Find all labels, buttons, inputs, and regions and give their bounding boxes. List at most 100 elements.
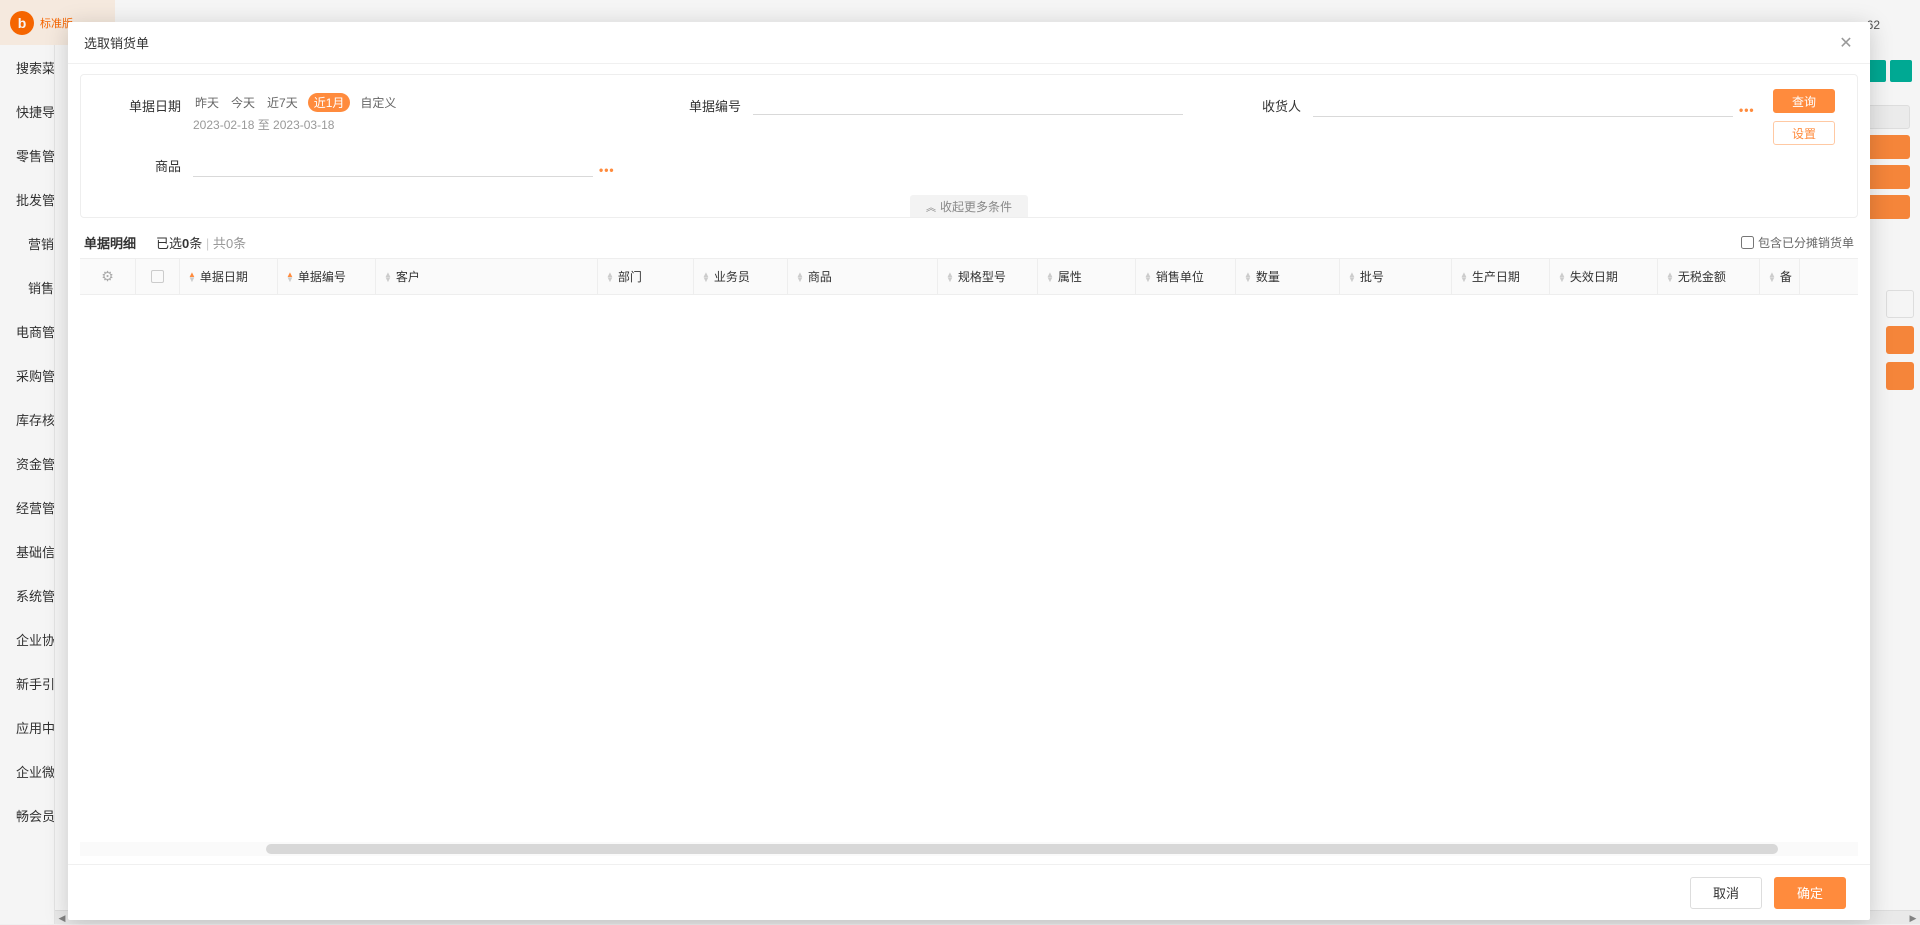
settings-button[interactable]: 设置 bbox=[1773, 121, 1835, 145]
column-header-1[interactable]: ▲▼ 单据编号 bbox=[278, 259, 376, 294]
sort-icon[interactable]: ▲▼ bbox=[1558, 272, 1566, 282]
summary-bar: 单据明细 已选0条 | 共0条 包含已分摊销货单 bbox=[80, 226, 1858, 258]
confirm-button[interactable]: 确定 bbox=[1774, 877, 1846, 909]
column-header-label: 生产日期 bbox=[1472, 268, 1520, 285]
receiver-more-icon[interactable]: ••• bbox=[1739, 103, 1755, 117]
table-scroll[interactable]: ⚙ ▲▼ 单据日期 ▲▼ 单据编号 ▲▼ 客户 ▲▼ 部门 ▲▼ 业务员 ▲▼ 商品 ▲▼ 规格型号 ▲▼ 属… bbox=[80, 259, 1858, 842]
column-header-label: 失效日期 bbox=[1570, 268, 1618, 285]
filter-panel: 单据日期 昨天 今天 近7天 近1月 自定义 2023-02-18 至 2023… bbox=[80, 74, 1858, 218]
column-header-11[interactable]: ▲▼ 生产日期 bbox=[1452, 259, 1550, 294]
selected-count-text: 已选0条 | 共0条 bbox=[156, 233, 246, 252]
column-header-label: 无税金额 bbox=[1678, 268, 1726, 285]
sort-icon[interactable]: ▲▼ bbox=[1460, 272, 1468, 282]
date-quick-last7[interactable]: 近7天 bbox=[265, 93, 300, 112]
filter-receiver: 收货人 ••• bbox=[1223, 93, 1835, 117]
product-more-icon[interactable]: ••• bbox=[599, 163, 615, 177]
column-header-label: 单据编号 bbox=[298, 268, 346, 285]
column-header-9[interactable]: ▲▼ 数量 bbox=[1236, 259, 1340, 294]
date-quick-custom[interactable]: 自定义 bbox=[358, 93, 398, 112]
modal-footer: 取消 确定 bbox=[68, 864, 1870, 920]
include-distributed-input[interactable] bbox=[1741, 236, 1754, 249]
collapse-filter-button[interactable]: ︽ 收起更多条件 bbox=[910, 195, 1028, 217]
close-button[interactable]: ✕ bbox=[1834, 31, 1858, 55]
column-header-label: 数量 bbox=[1256, 268, 1280, 285]
column-header-label: 规格型号 bbox=[958, 268, 1006, 285]
sort-icon[interactable]: ▲▼ bbox=[286, 272, 294, 282]
column-header-2[interactable]: ▲▼ 客户 bbox=[376, 259, 598, 294]
column-header-label: 客户 bbox=[396, 268, 420, 285]
date-range-display: 2023-02-18 至 2023-03-18 bbox=[193, 116, 663, 133]
column-header-6[interactable]: ▲▼ 规格型号 bbox=[938, 259, 1038, 294]
column-header-0[interactable]: ▲▼ 单据日期 bbox=[180, 259, 278, 294]
filter-product: 商品 ••• bbox=[103, 153, 663, 177]
table-body-empty bbox=[80, 295, 1858, 795]
column-settings-header[interactable]: ⚙ bbox=[80, 259, 136, 294]
column-header-label: 业务员 bbox=[714, 268, 750, 285]
select-all-header[interactable] bbox=[136, 259, 180, 294]
filter-row-1: 单据日期 昨天 今天 近7天 近1月 自定义 2023-02-18 至 2023… bbox=[103, 93, 1835, 133]
filter-bill-date: 单据日期 昨天 今天 近7天 近1月 自定义 2023-02-18 至 2023… bbox=[103, 93, 663, 133]
column-header-3[interactable]: ▲▼ 部门 bbox=[598, 259, 694, 294]
chevron-up-icon: ︽ bbox=[926, 199, 936, 214]
date-quick-last1m[interactable]: 近1月 bbox=[308, 93, 351, 112]
date-quick-today[interactable]: 今天 bbox=[229, 93, 257, 112]
column-header-14[interactable]: ▲▼ 备 bbox=[1760, 259, 1800, 294]
sort-icon[interactable]: ▲▼ bbox=[702, 272, 710, 282]
column-header-4[interactable]: ▲▼ 业务员 bbox=[694, 259, 788, 294]
column-header-8[interactable]: ▲▼ 销售单位 bbox=[1136, 259, 1236, 294]
product-input[interactable] bbox=[193, 155, 593, 177]
filter-bill-no: 单据编号 bbox=[663, 93, 1223, 117]
sort-icon[interactable]: ▲▼ bbox=[188, 272, 196, 282]
modal-header: 选取销货单 ✕ bbox=[68, 22, 1870, 64]
sort-icon[interactable]: ▲▼ bbox=[606, 272, 614, 282]
collapse-filter-label: 收起更多条件 bbox=[940, 198, 1012, 215]
gear-icon: ⚙ bbox=[101, 268, 114, 285]
bill-no-input[interactable] bbox=[753, 93, 1183, 115]
summary-title: 单据明细 bbox=[84, 233, 136, 252]
receiver-label: 收货人 bbox=[1223, 93, 1313, 115]
bill-no-label: 单据编号 bbox=[663, 93, 753, 115]
table-header-row: ⚙ ▲▼ 单据日期 ▲▼ 单据编号 ▲▼ 客户 ▲▼ 部门 ▲▼ 业务员 ▲▼ 商品 ▲▼ 规格型号 ▲▼ 属… bbox=[80, 259, 1858, 295]
filter-action-buttons: 查询 设置 bbox=[1773, 89, 1835, 145]
column-header-label: 单据日期 bbox=[200, 268, 248, 285]
table-container: ⚙ ▲▼ 单据日期 ▲▼ 单据编号 ▲▼ 客户 ▲▼ 部门 ▲▼ 业务员 ▲▼ 商品 ▲▼ 规格型号 ▲▼ 属… bbox=[80, 258, 1858, 856]
column-header-10[interactable]: ▲▼ 批号 bbox=[1340, 259, 1452, 294]
column-header-label: 销售单位 bbox=[1156, 268, 1204, 285]
select-sales-order-modal: 选取销货单 ✕ 单据日期 昨天 今天 近7天 bbox=[68, 22, 1870, 920]
column-header-7[interactable]: ▲▼ 属性 bbox=[1038, 259, 1136, 294]
table-horizontal-scrollbar[interactable] bbox=[80, 842, 1858, 856]
search-button[interactable]: 查询 bbox=[1773, 89, 1835, 113]
modal-body: 单据日期 昨天 今天 近7天 近1月 自定义 2023-02-18 至 2023… bbox=[68, 64, 1870, 864]
column-header-label: 商品 bbox=[808, 268, 832, 285]
receiver-input[interactable] bbox=[1313, 95, 1733, 117]
sort-icon[interactable]: ▲▼ bbox=[1144, 272, 1152, 282]
close-icon: ✕ bbox=[1839, 33, 1852, 53]
include-distributed-label: 包含已分摊销货单 bbox=[1758, 234, 1854, 251]
sort-icon[interactable]: ▲▼ bbox=[796, 272, 804, 282]
column-header-label: 属性 bbox=[1058, 268, 1082, 285]
sort-icon[interactable]: ▲▼ bbox=[1666, 272, 1674, 282]
date-quick-yesterday[interactable]: 昨天 bbox=[193, 93, 221, 112]
sort-icon[interactable]: ▲▼ bbox=[1768, 272, 1776, 282]
include-distributed-checkbox[interactable]: 包含已分摊销货单 bbox=[1741, 234, 1854, 251]
sort-icon[interactable]: ▲▼ bbox=[1046, 272, 1054, 282]
column-header-12[interactable]: ▲▼ 失效日期 bbox=[1550, 259, 1658, 294]
column-header-label: 批号 bbox=[1360, 268, 1384, 285]
column-header-label: 部门 bbox=[618, 268, 642, 285]
scrollbar-thumb[interactable] bbox=[266, 844, 1778, 854]
sort-icon[interactable]: ▲▼ bbox=[946, 272, 954, 282]
column-header-label: 备 bbox=[1780, 268, 1792, 285]
sort-icon[interactable]: ▲▼ bbox=[1244, 272, 1252, 282]
filter-row-2: 商品 ••• bbox=[103, 153, 1835, 177]
cancel-button[interactable]: 取消 bbox=[1690, 877, 1762, 909]
sort-icon[interactable]: ▲▼ bbox=[384, 272, 392, 282]
bill-date-label: 单据日期 bbox=[103, 93, 193, 115]
column-header-5[interactable]: ▲▼ 商品 bbox=[788, 259, 938, 294]
modal-title: 选取销货单 bbox=[84, 33, 149, 52]
checkbox-icon[interactable] bbox=[151, 270, 164, 283]
sort-icon[interactable]: ▲▼ bbox=[1348, 272, 1356, 282]
date-quick-range: 昨天 今天 近7天 近1月 自定义 bbox=[193, 93, 663, 112]
column-header-13[interactable]: ▲▼ 无税金额 bbox=[1658, 259, 1760, 294]
collapse-filter-bar: ︽ 收起更多条件 bbox=[103, 195, 1835, 217]
product-label: 商品 bbox=[103, 153, 193, 175]
